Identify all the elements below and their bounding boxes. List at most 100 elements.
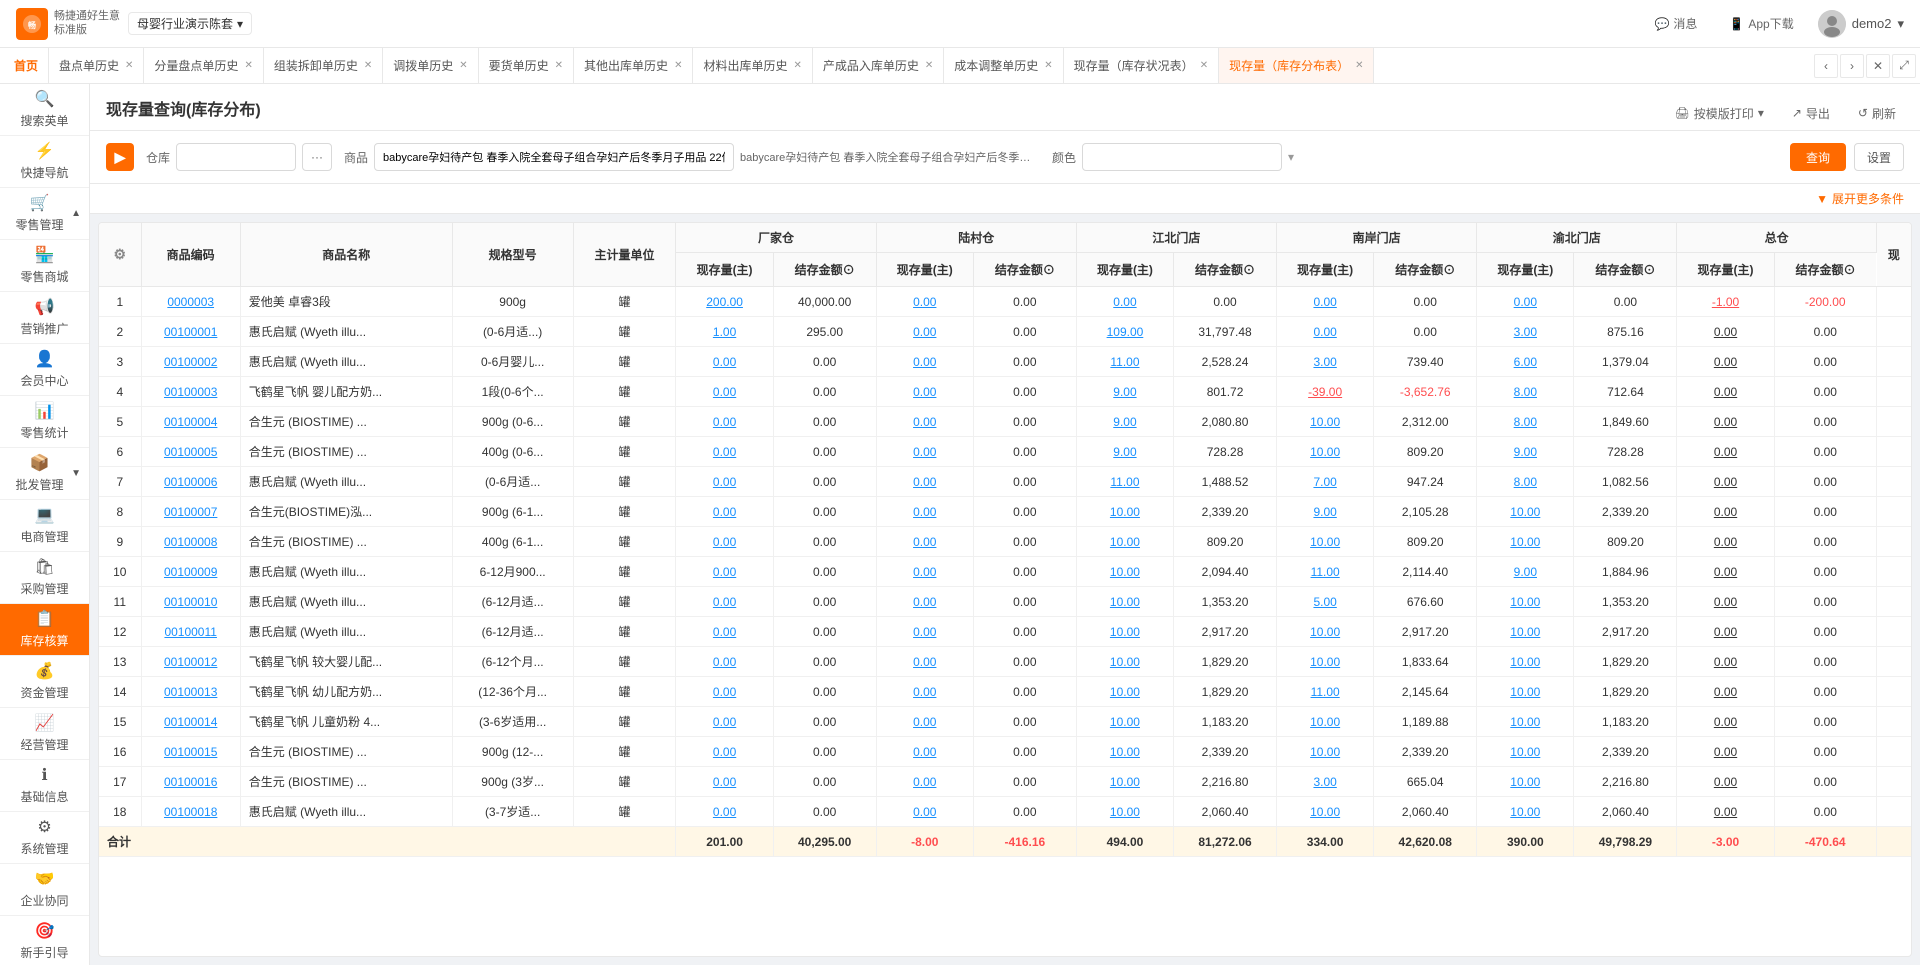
expand-more-btn[interactable]: ▼ 展开更多条件	[1816, 190, 1904, 207]
cell-total-amt: 0.00	[1774, 347, 1876, 377]
tab-stock-status[interactable]: 现存量（库存状况表）✕	[1064, 48, 1219, 84]
sidebar-item-wholesale[interactable]: 📦 批发管理 ▼	[0, 448, 89, 500]
sidebar-item-ecommerce[interactable]: 💻 电商管理	[0, 500, 89, 552]
cell-seq: 5	[99, 407, 141, 437]
user-menu[interactable]: demo2 ▾	[1818, 10, 1904, 38]
sidebar-label-inventory: 库存核算	[20, 633, 68, 650]
close-icon[interactable]: ✕	[925, 60, 933, 71]
tab-purchase-request[interactable]: 要货单历史 ✕	[479, 48, 574, 84]
summary-label: 合计	[99, 827, 676, 857]
close-icon[interactable]: ✕	[459, 60, 467, 71]
cell-total-amt: -200.00	[1774, 287, 1876, 317]
settings-btn[interactable]: 设置	[1854, 143, 1904, 171]
sidebar-label-enterprise-collab: 企业协同	[20, 893, 68, 910]
nav-prev-btn[interactable]: ‹	[1814, 54, 1838, 78]
tab-finished-in[interactable]: 产成品入库单历史 ✕	[813, 48, 944, 84]
refresh-btn[interactable]: ↺ 刷新	[1850, 101, 1904, 126]
th-group-total: 总仓	[1677, 223, 1876, 253]
close-icon[interactable]: ✕	[125, 60, 133, 71]
sidebar-item-shortcut[interactable]: ⚡ 快捷导航	[0, 136, 89, 188]
app-download-btn[interactable]: 📱 App下载	[1721, 11, 1801, 36]
nav-maximize-btn[interactable]: ⤢	[1892, 54, 1916, 78]
close-icon[interactable]: ✕	[793, 60, 801, 71]
page-toolbar: 🖨 按模版打印 ▾ ↗ 导出 ↺ 刷新	[1667, 101, 1904, 126]
cell-na-qty: -39.00	[1277, 377, 1374, 407]
cell-unit: 罐	[573, 707, 676, 737]
sidebar-item-retail-mgmt[interactable]: 🛒 零售管理 ▲	[0, 188, 89, 240]
cell-code: 00100001	[141, 317, 240, 347]
cell-cj-qty: 0.00	[676, 467, 773, 497]
cell-jb-amt: 0.00	[1174, 287, 1277, 317]
close-icon[interactable]: ✕	[1355, 60, 1363, 71]
sidebar-item-retail-stats[interactable]: 📊 零售统计	[0, 396, 89, 448]
sidebar-item-new-guide[interactable]: 🎯 新手引导	[0, 916, 89, 965]
warehouse-input[interactable]	[176, 143, 296, 171]
cell-seq: 12	[99, 617, 141, 647]
cell-current	[1876, 707, 1911, 737]
cell-yb-amt: 728.28	[1574, 437, 1677, 467]
sidebar-item-retail-store[interactable]: 🏪 零售商城	[0, 240, 89, 292]
close-icon[interactable]: ✕	[1200, 60, 1208, 71]
tab-other-out[interactable]: 其他出库单历史 ✕	[574, 48, 693, 84]
goods-input[interactable]	[374, 143, 734, 171]
summary-cj-amt: 40,295.00	[773, 827, 876, 857]
gear-settings-icon[interactable]: ⚙	[114, 246, 127, 262]
query-btn[interactable]: 查询	[1790, 143, 1846, 171]
cell-jb-qty: 11.00	[1076, 347, 1173, 377]
print-btn[interactable]: 🖨 按模版打印 ▾	[1667, 101, 1772, 126]
summary-total-amt: -470.64	[1774, 827, 1876, 857]
close-icon[interactable]: ✕	[674, 60, 682, 71]
cell-total-qty: 0.00	[1677, 317, 1774, 347]
cell-na-amt: 1,189.88	[1374, 707, 1477, 737]
sidebar-item-finance[interactable]: 💰 资金管理	[0, 656, 89, 708]
expand-toggle-btn[interactable]: ▶	[106, 143, 134, 171]
sidebar-item-inventory[interactable]: 📋 库存核算	[0, 604, 89, 656]
tab-sub-inventory-count[interactable]: 分量盘点单历史 ✕	[144, 48, 263, 84]
cell-unit: 罐	[573, 467, 676, 497]
sidebar-item-enterprise-collab[interactable]: 🤝 企业协同	[0, 864, 89, 916]
table-row: 15 00100014 飞鹤星飞帆 儿童奶粉 4... (3-6岁适用... 罐…	[99, 707, 1911, 737]
cell-unit: 罐	[573, 287, 676, 317]
color-input[interactable]	[1082, 143, 1282, 171]
tab-stock-dist[interactable]: 现存量（库存分布表）✕	[1219, 48, 1374, 84]
sidebar-label-search: 搜索英单	[20, 113, 68, 130]
warehouse-ellipsis-btn[interactable]: ···	[302, 143, 332, 171]
export-btn[interactable]: ↗ 导出	[1784, 101, 1838, 126]
tab-material-out[interactable]: 材料出库单历史 ✕	[693, 48, 812, 84]
sidebar-item-search[interactable]: 🔍 搜索英单	[0, 84, 89, 136]
tab-allocation[interactable]: 调拨单历史 ✕	[383, 48, 478, 84]
sidebar-label-purchase: 采购管理	[20, 581, 68, 598]
messages-btn[interactable]: 💬 消息	[1646, 11, 1705, 36]
cell-jb-amt: 801.72	[1174, 377, 1277, 407]
tab-home[interactable]: 首页	[4, 48, 49, 84]
sidebar-item-operations[interactable]: 📈 经营管理	[0, 708, 89, 760]
close-icon[interactable]: ✕	[1044, 60, 1052, 71]
close-icon[interactable]: ✕	[555, 60, 563, 71]
chevron-down-icon: ▾	[237, 17, 243, 31]
cell-lc-amt: 0.00	[973, 587, 1076, 617]
nav-close-btn[interactable]: ✕	[1866, 54, 1890, 78]
nav-next-btn[interactable]: ›	[1840, 54, 1864, 78]
sidebar-item-member[interactable]: 👤 会员中心	[0, 344, 89, 396]
close-icon[interactable]: ✕	[364, 60, 372, 71]
sidebar-item-marketing[interactable]: 📢 营销推广	[0, 292, 89, 344]
sidebar-item-system[interactable]: ⚙ 系统管理	[0, 812, 89, 864]
sidebar-item-purchase[interactable]: 🛍 采购管理	[0, 552, 89, 604]
table-row: 2 00100001 惠氏启赋 (Wyeth illu... (0-6月适...…	[99, 317, 1911, 347]
tab-inventory-count[interactable]: 盘点单历史 ✕	[49, 48, 144, 84]
refresh-icon: ↺	[1858, 106, 1868, 120]
close-icon[interactable]: ✕	[244, 60, 252, 71]
sidebar-item-basic-info[interactable]: ℹ 基础信息	[0, 760, 89, 812]
cell-total-qty: 0.00	[1677, 797, 1774, 827]
tab-cost-adjust[interactable]: 成本调整单历史 ✕	[944, 48, 1063, 84]
cell-code: 00100004	[141, 407, 240, 437]
th-spec: 规格型号	[452, 223, 573, 287]
summary-yb-amt: 49,798.29	[1574, 827, 1677, 857]
cell-cj-amt: 0.00	[773, 527, 876, 557]
industry-dropdown[interactable]: 母婴行业演示陈套 ▾	[128, 12, 252, 35]
tab-assembly[interactable]: 组装拆卸单历史 ✕	[264, 48, 383, 84]
th-yb-amt: 结存金额⊙	[1574, 253, 1677, 287]
sidebar-label-ecommerce: 电商管理	[20, 529, 68, 546]
cell-jb-qty: 10.00	[1076, 707, 1173, 737]
cell-name: 飞鹤星飞帆 较大婴儿配...	[240, 647, 452, 677]
